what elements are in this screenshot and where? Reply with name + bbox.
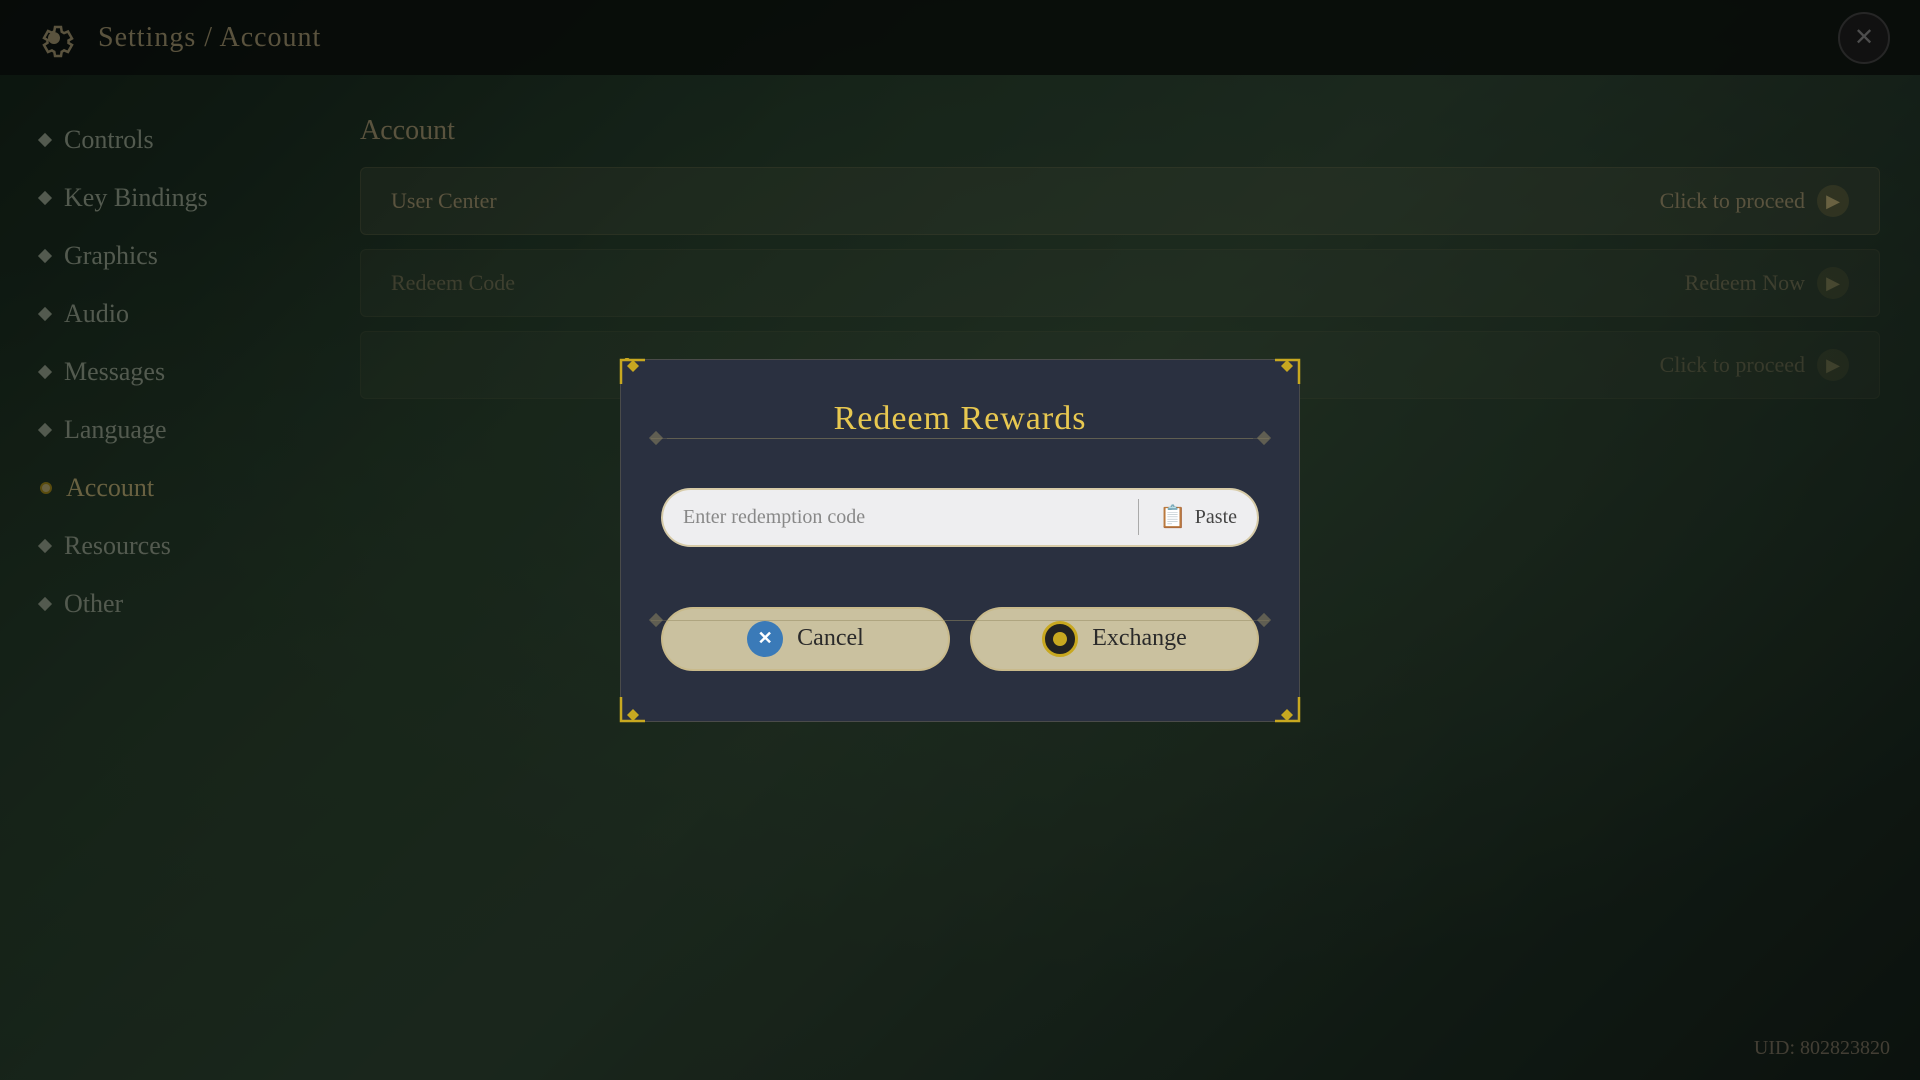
line-inner-bottom [667,620,1253,621]
bottom-deco-line [651,620,1269,621]
top-deco-line [651,438,1269,439]
cancel-button[interactable]: ✕ Cancel [661,607,950,671]
redeem-rewards-dialog: Redeem Rewards 📋 Paste ✕ Cancel Exchange [620,359,1300,722]
line-inner-top [667,438,1253,439]
paste-label: Paste [1195,506,1237,529]
corner-tr-decoration [1273,358,1301,386]
paste-button[interactable]: 📋 Paste [1139,504,1257,530]
exchange-label: Exchange [1092,625,1187,652]
cancel-icon: ✕ [747,621,783,657]
redemption-code-input[interactable] [663,490,1138,545]
exchange-icon-inner [1053,632,1067,646]
dialog-title: Redeem Rewards [661,400,1259,438]
corner-bl-decoration [619,695,647,723]
exchange-icon [1042,621,1078,657]
corner-br-decoration [1273,695,1301,723]
modal-overlay: Redeem Rewards 📋 Paste ✕ Cancel Exchange [0,0,1920,1080]
dialog-buttons: ✕ Cancel Exchange [661,607,1259,671]
paste-icon: 📋 [1159,504,1186,530]
right-diamond [1257,431,1271,445]
exchange-button[interactable]: Exchange [970,607,1259,671]
right-diamond-2 [1257,613,1271,627]
cancel-label: Cancel [797,625,864,652]
corner-tl-decoration [619,358,647,386]
redemption-code-field[interactable]: 📋 Paste [661,488,1259,547]
